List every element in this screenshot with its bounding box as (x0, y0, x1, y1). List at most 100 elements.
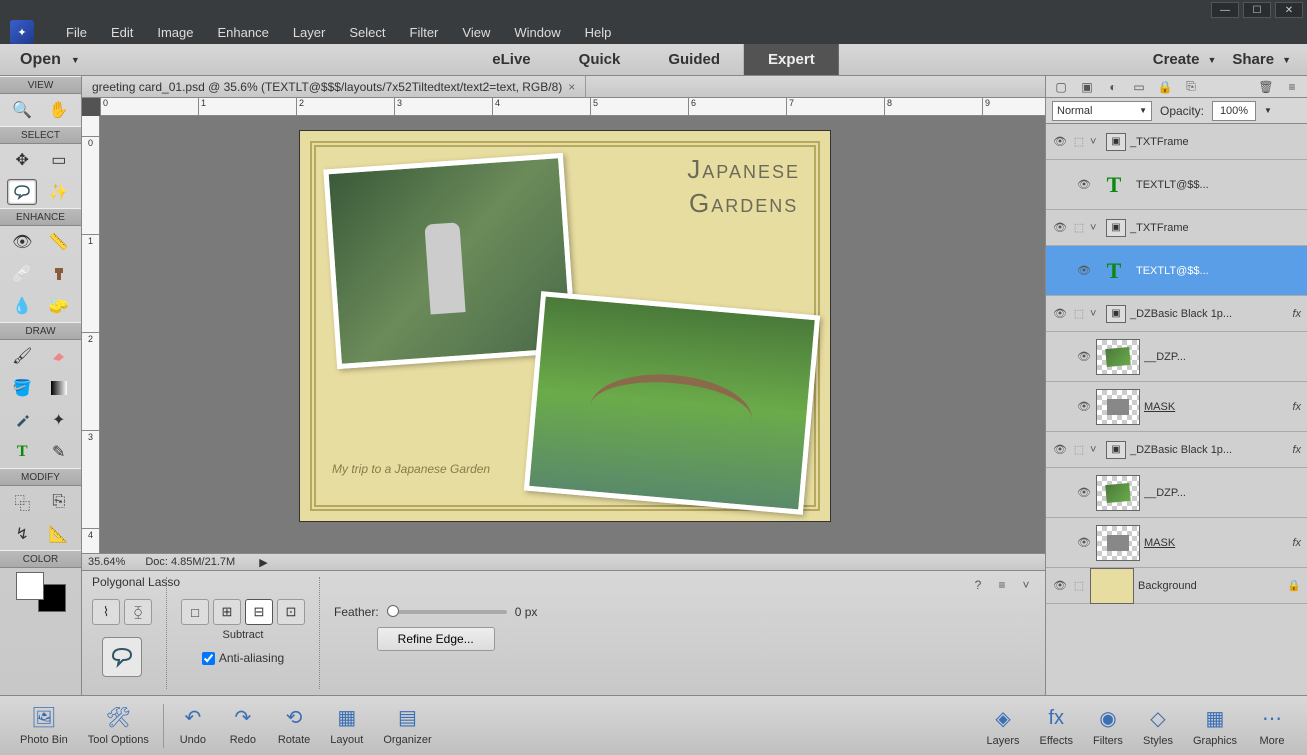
layer-row[interactable]: 👁⬚˅▣_TXTFrame (1046, 210, 1307, 246)
taskbar-layout[interactable]: ▦Layout (320, 704, 373, 748)
spot-heal-tool[interactable]: 🩹 (7, 261, 37, 287)
layer-row[interactable]: 👁⬚˅▣_TXTFrame (1046, 124, 1307, 160)
clone-stamp-tool[interactable] (44, 261, 74, 287)
mode-tab-expert[interactable]: Expert (744, 44, 839, 75)
menu-edit[interactable]: Edit (99, 25, 145, 40)
twisty-icon[interactable]: ˅ (1090, 136, 1102, 148)
taskbar-layers[interactable]: ◈Layers (977, 705, 1030, 747)
taskbar-styles[interactable]: ◇Styles (1133, 705, 1183, 747)
brush-tool[interactable]: 🖌 (7, 343, 37, 369)
hand-tool[interactable]: ✋ (44, 97, 74, 123)
layer-row[interactable]: 👁__DZP... (1046, 332, 1307, 382)
foreground-color[interactable] (16, 572, 44, 600)
close-document-icon[interactable]: × (568, 80, 575, 94)
feather-slider[interactable] (387, 610, 507, 614)
taskbar-rotate[interactable]: ⟲Rotate (268, 704, 320, 748)
open-button[interactable]: Open▼ (0, 51, 100, 69)
new-group-icon[interactable]: ▣ (1078, 79, 1096, 95)
layer-name[interactable]: _TXTFrame (1130, 222, 1301, 234)
zoom-tool[interactable]: 🔍 (7, 97, 37, 123)
visibility-icon[interactable]: 👁 (1052, 443, 1068, 456)
layer-row[interactable]: 👁TTEXTLT@$$... (1046, 246, 1307, 296)
blend-mode-select[interactable]: Normal▼ (1052, 101, 1152, 121)
twisty-icon[interactable]: ˅ (1090, 222, 1102, 234)
menu-help[interactable]: Help (573, 25, 624, 40)
layer-row[interactable]: 👁MASKfx (1046, 518, 1307, 568)
taskbar-redo[interactable]: ↷Redo (218, 704, 268, 748)
shape-tool[interactable]: ✦ (44, 407, 74, 433)
pencil-tool[interactable]: ✎ (44, 439, 74, 465)
layer-row[interactable]: 👁__DZP... (1046, 468, 1307, 518)
straighten2-tool[interactable]: 📐 (44, 521, 74, 547)
visibility-icon[interactable]: 👁 (1052, 579, 1068, 592)
eraser-tool[interactable] (44, 343, 74, 369)
text-tool[interactable]: T (7, 439, 37, 465)
close-button[interactable]: ✕ (1275, 2, 1303, 18)
document-tab[interactable]: greeting card_01.psd @ 35.6% (TEXTLT@$$$… (82, 76, 586, 97)
lock-slot[interactable]: ⬚ (1072, 221, 1086, 234)
selection-add-icon[interactable]: ⊞ (213, 599, 241, 625)
taskbar-tool-options[interactable]: 🛠Tool Options (78, 704, 159, 748)
layer-name[interactable]: MASK (1144, 401, 1288, 413)
trash-icon[interactable]: 🗑 (1257, 79, 1275, 95)
visibility-icon[interactable]: 👁 (1076, 350, 1092, 363)
menu-window[interactable]: Window (502, 25, 572, 40)
eyedropper-tool[interactable] (7, 407, 37, 433)
create-button[interactable]: Create▼ (1153, 51, 1217, 68)
opacity-input[interactable]: 100% (1212, 101, 1256, 121)
taskbar-effects[interactable]: fxEffects (1030, 705, 1083, 747)
refine-edge-button[interactable]: Refine Edge... (377, 627, 495, 651)
taskbar-filters[interactable]: ◉Filters (1083, 705, 1133, 747)
layer-name[interactable]: TEXTLT@$$... (1136, 265, 1301, 277)
lasso-freeform-icon[interactable]: ⌇ (92, 599, 120, 625)
share-button[interactable]: Share▼ (1232, 51, 1291, 68)
lock-slot[interactable]: ⬚ (1072, 579, 1086, 592)
lasso-magnetic-icon[interactable]: ⧲ (124, 599, 152, 625)
selection-new-icon[interactable]: □ (181, 599, 209, 625)
paint-bucket-tool[interactable]: 🪣 (7, 375, 37, 401)
lasso-tool[interactable] (7, 179, 37, 205)
menu-layer[interactable]: Layer (281, 25, 338, 40)
taskbar-organizer[interactable]: ▤Organizer (373, 704, 441, 748)
status-arrow[interactable]: ▶ (259, 556, 267, 569)
menu-icon[interactable]: ≡ (993, 577, 1011, 593)
antialias-checkbox[interactable] (202, 652, 215, 665)
visibility-icon[interactable]: 👁 (1076, 400, 1092, 413)
menu-file[interactable]: File (54, 25, 99, 40)
opacity-stepper[interactable]: ▼ (1264, 106, 1272, 115)
layer-row[interactable]: 👁⬚˅▣_DZBasic Black 1p...fx (1046, 296, 1307, 332)
selection-intersect-icon[interactable]: ⊡ (277, 599, 305, 625)
zoom-level[interactable]: 35.64% (88, 556, 125, 568)
layer-row[interactable]: 👁MASKfx (1046, 382, 1307, 432)
lasso-polygon-icon[interactable] (102, 637, 142, 677)
gradient-tool[interactable] (44, 375, 74, 401)
mode-tab-elive[interactable]: eLive (468, 44, 554, 75)
canvas[interactable]: Japanese Gardens My trip to a Japanese G… (100, 116, 1045, 553)
lock-slot[interactable]: ⬚ (1072, 135, 1086, 148)
taskbar-more[interactable]: ⋯More (1247, 705, 1297, 747)
visibility-icon[interactable]: 👁 (1052, 135, 1068, 148)
layer-name[interactable]: _TXTFrame (1130, 136, 1301, 148)
blur-tool[interactable]: 💧 (7, 293, 37, 319)
lock-icon[interactable]: 🔒 (1156, 79, 1174, 95)
menu-filter[interactable]: Filter (398, 25, 451, 40)
menu-enhance[interactable]: Enhance (206, 25, 281, 40)
visibility-icon[interactable]: 👁 (1076, 264, 1092, 277)
mode-tab-guided[interactable]: Guided (644, 44, 744, 75)
maximize-button[interactable]: ☐ (1243, 2, 1271, 18)
marquee-tool[interactable]: ▭ (44, 147, 74, 173)
crop-tool[interactable]: ⿻ (7, 489, 37, 515)
taskbar-undo[interactable]: ↶Undo (168, 704, 218, 748)
layer-name[interactable]: Background (1138, 580, 1283, 592)
layer-row[interactable]: 👁TTEXTLT@$$... (1046, 160, 1307, 210)
panel-menu-icon[interactable]: ≡ (1283, 79, 1301, 95)
new-layer-icon[interactable]: ▢ (1052, 79, 1070, 95)
adjustment-icon[interactable]: ◐ (1104, 79, 1122, 95)
sponge-tool[interactable]: 🧽 (44, 293, 74, 319)
visibility-icon[interactable]: 👁 (1052, 221, 1068, 234)
help-icon[interactable]: ? (969, 577, 987, 593)
magic-wand-tool[interactable]: ✨ (44, 179, 74, 205)
redeye-tool[interactable]: 👁 (7, 229, 37, 255)
layer-name[interactable]: _DZBasic Black 1p... (1130, 308, 1288, 320)
mask-icon[interactable]: ▭ (1130, 79, 1148, 95)
